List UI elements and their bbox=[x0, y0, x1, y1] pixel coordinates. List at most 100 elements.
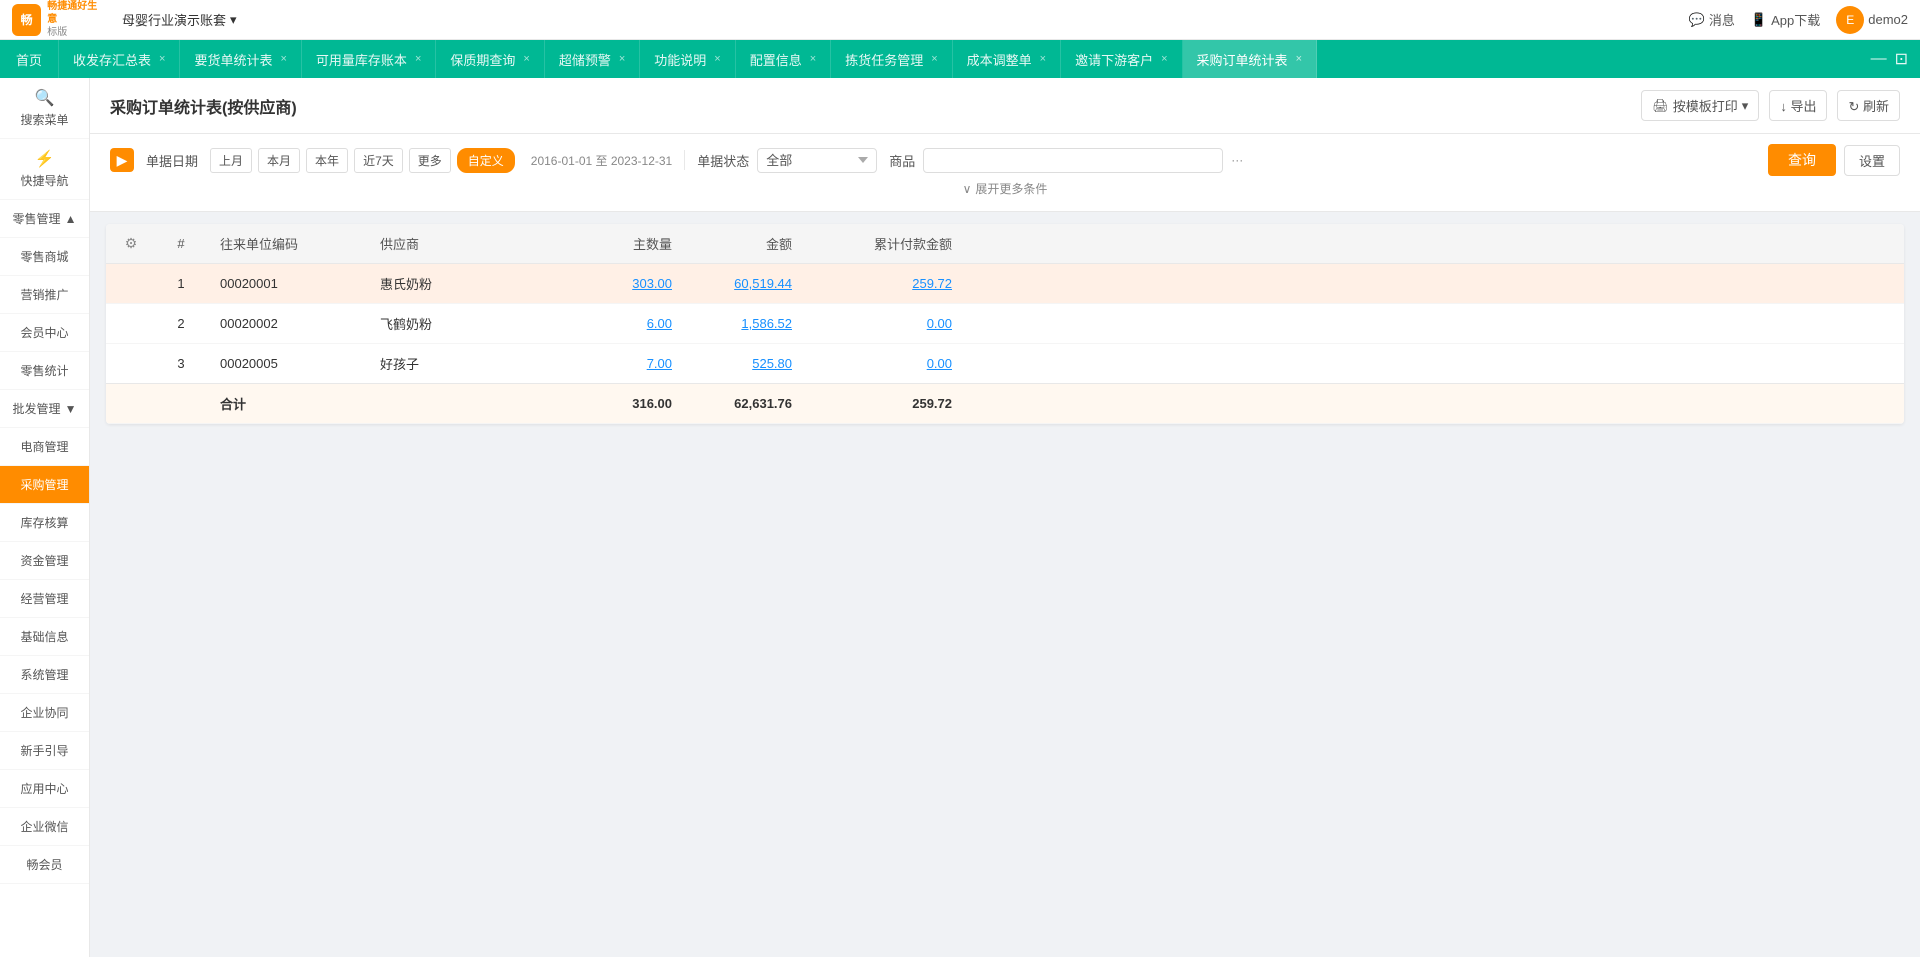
date-btn-last-month[interactable]: 上月 bbox=[210, 148, 252, 173]
sidebar-item-operations[interactable]: 经营管理 bbox=[0, 580, 89, 618]
close-tab-shoufacun[interactable]: × bbox=[159, 53, 165, 65]
top-right-area: 💬 消息 📱 App下载 E demo2 bbox=[1689, 6, 1908, 34]
workspace-arrow-icon: ▾ bbox=[230, 12, 237, 28]
sidebar-item-system[interactable]: 系统管理 bbox=[0, 656, 89, 694]
sidebar-item-appcenter[interactable]: 应用中心 bbox=[0, 770, 89, 808]
sidebar-item-guide[interactable]: 新手引导 bbox=[0, 732, 89, 770]
tab-keyongliang[interactable]: 可用量库存账本 × bbox=[302, 40, 436, 78]
footer-cell-empty2 bbox=[156, 384, 206, 424]
tab-home[interactable]: 首页 bbox=[0, 40, 59, 78]
sidebar-item-retail-shop[interactable]: 零售商城 bbox=[0, 238, 89, 276]
date-btn-custom[interactable]: 自定义 bbox=[457, 148, 515, 173]
tab-yaohuo[interactable]: 要货单统计表 × bbox=[180, 40, 301, 78]
table-header-row: ⚙ # 往来单位编码 供应商 主数量 金额 累计付款金额 bbox=[106, 224, 1904, 264]
table-row[interactable]: 1 00020001 惠氏奶粉 303.00 60,519.44 259.72 bbox=[106, 264, 1904, 304]
filter-toggle-button[interactable]: ▶ bbox=[110, 148, 134, 172]
user-area[interactable]: E demo2 bbox=[1836, 6, 1908, 34]
sidebar-item-members[interactable]: 会员中心 bbox=[0, 314, 89, 352]
expand-more-row[interactable]: ∨ 展开更多条件 bbox=[110, 176, 1900, 201]
sidebar-item-vip[interactable]: 畅会员 bbox=[0, 846, 89, 884]
status-filter-group: 单据状态 全部 待审核 已审核 已完成 已取消 bbox=[697, 148, 877, 173]
cell-amount-2[interactable]: 1,586.52 bbox=[686, 304, 806, 344]
content-area: 采购订单统计表(按供应商) 🖨 按模板打印 ▾ ↓ 导出 ↻ 刷新 bbox=[90, 78, 1920, 957]
maximize-icon[interactable]: ⊡ bbox=[1895, 49, 1908, 69]
tab-chaochuyujing[interactable]: 超储预警 × bbox=[545, 40, 640, 78]
footer-paid: 259.72 bbox=[806, 384, 966, 424]
cell-qty-3[interactable]: 7.00 bbox=[566, 344, 686, 384]
close-tab-gongneng[interactable]: × bbox=[714, 53, 720, 65]
close-tab-jianhuo[interactable]: × bbox=[931, 53, 937, 65]
date-btn-this-month[interactable]: 本月 bbox=[258, 148, 300, 173]
col-header-settings[interactable]: ⚙ bbox=[106, 224, 156, 264]
cell-settings-1 bbox=[106, 264, 156, 304]
sidebar-item-ecommerce[interactable]: 电商管理 bbox=[0, 428, 89, 466]
tab-caigou-active[interactable]: 采购订单统计表 × bbox=[1183, 40, 1317, 78]
window-controls: — ⊡ bbox=[1859, 40, 1920, 78]
table-row[interactable]: 3 00020005 好孩子 7.00 525.80 0.00 bbox=[106, 344, 1904, 384]
template-print-button[interactable]: 🖨 按模板打印 ▾ bbox=[1641, 90, 1759, 121]
sidebar-item-basic-info[interactable]: 基础信息 bbox=[0, 618, 89, 656]
logo-icon: 畅 bbox=[12, 4, 41, 36]
cell-paid-1[interactable]: 259.72 bbox=[806, 264, 966, 304]
print-icon: 🖨 bbox=[1652, 98, 1669, 114]
sidebar-item-collab[interactable]: 企业协同 bbox=[0, 694, 89, 732]
sidebar-item-purchase[interactable]: 采购管理 bbox=[0, 466, 89, 504]
cell-paid-3[interactable]: 0.00 bbox=[806, 344, 966, 384]
tab-yaoqing[interactable]: 邀请下游客户 × bbox=[1061, 40, 1182, 78]
sidebar-item-search[interactable]: 🔍 搜索菜单 bbox=[0, 78, 89, 139]
close-tab-chaochuyujing[interactable]: × bbox=[619, 53, 625, 65]
refresh-button[interactable]: ↻ 刷新 bbox=[1837, 90, 1900, 121]
sidebar-item-marketing[interactable]: 营销推广 bbox=[0, 276, 89, 314]
goods-filter-input[interactable] bbox=[923, 148, 1223, 173]
col-header-supplier: 供应商 bbox=[366, 224, 566, 264]
cell-supplier-1: 惠氏奶粉 bbox=[366, 264, 566, 304]
tab-gongneng[interactable]: 功能说明 × bbox=[640, 40, 735, 78]
close-tab-yaoqing[interactable]: × bbox=[1161, 53, 1167, 65]
settings-button[interactable]: 设置 bbox=[1844, 145, 1900, 176]
table-row[interactable]: 2 00020002 飞鹤奶粉 6.00 1,586.52 0.00 bbox=[106, 304, 1904, 344]
minimize-icon[interactable]: — bbox=[1871, 50, 1887, 68]
sidebar-item-finance[interactable]: 资金管理 bbox=[0, 542, 89, 580]
message-button[interactable]: 💬 消息 bbox=[1689, 10, 1735, 29]
cell-paid-2[interactable]: 0.00 bbox=[806, 304, 966, 344]
goods-more-icon[interactable]: ··· bbox=[1231, 153, 1243, 167]
filter-area: ▶ 单据日期 上月 本月 本年 近7天 更多 自定义 2016-01-01 至 … bbox=[90, 134, 1920, 212]
close-tab-keyongliang[interactable]: × bbox=[415, 53, 421, 65]
cell-amount-3[interactable]: 525.80 bbox=[686, 344, 806, 384]
workspace-selector[interactable]: 母婴行业演示账套 ▾ bbox=[114, 6, 245, 33]
date-btn-7days[interactable]: 近7天 bbox=[354, 148, 403, 173]
sidebar-item-retail-stats[interactable]: 零售统计 bbox=[0, 352, 89, 390]
data-table-wrapper: ⚙ # 往来单位编码 供应商 主数量 金额 累计付款金额 bbox=[106, 224, 1904, 424]
tab-shoufacun[interactable]: 收发存汇总表 × bbox=[59, 40, 180, 78]
close-tab-caigou[interactable]: × bbox=[1296, 53, 1302, 65]
refresh-icon: ↻ bbox=[1848, 99, 1859, 114]
tab-chengben[interactable]: 成本调整单 × bbox=[953, 40, 1061, 78]
close-tab-chengben[interactable]: × bbox=[1040, 53, 1046, 65]
sidebar-item-retail-mgmt[interactable]: 零售管理 ▲ bbox=[0, 200, 89, 238]
col-header-index: # bbox=[156, 224, 206, 264]
col-header-amount: 金额 bbox=[686, 224, 806, 264]
cell-qty-1[interactable]: 303.00 bbox=[566, 264, 686, 304]
close-tab-yaohuo[interactable]: × bbox=[280, 53, 286, 65]
cell-index-1: 1 bbox=[156, 264, 206, 304]
tab-jianhuo[interactable]: 拣货任务管理 × bbox=[831, 40, 952, 78]
sidebar-item-wechat[interactable]: 企业微信 bbox=[0, 808, 89, 846]
close-tab-baozhi[interactable]: × bbox=[523, 53, 529, 65]
query-button[interactable]: 查询 bbox=[1768, 144, 1836, 176]
status-filter-select[interactable]: 全部 待审核 已审核 已完成 已取消 bbox=[757, 148, 877, 173]
table-settings-icon[interactable]: ⚙ bbox=[125, 235, 138, 251]
sidebar-item-inventory[interactable]: 库存核算 bbox=[0, 504, 89, 542]
sidebar-item-wholesale[interactable]: 批发管理 ▼ bbox=[0, 390, 89, 428]
footer-extra bbox=[966, 384, 1904, 424]
sidebar-item-quicknav[interactable]: ⚡ 快捷导航 bbox=[0, 139, 89, 200]
export-button[interactable]: ↓ 导出 bbox=[1769, 90, 1827, 121]
date-btn-this-year[interactable]: 本年 bbox=[306, 148, 348, 173]
app-download-button[interactable]: 📱 App下载 bbox=[1751, 10, 1820, 29]
cell-settings-3 bbox=[106, 344, 156, 384]
close-tab-peizhi[interactable]: × bbox=[810, 53, 816, 65]
cell-qty-2[interactable]: 6.00 bbox=[566, 304, 686, 344]
date-btn-more[interactable]: 更多 bbox=[409, 148, 451, 173]
tab-peizhi[interactable]: 配置信息 × bbox=[736, 40, 831, 78]
tab-baozhi[interactable]: 保质期查询 × bbox=[436, 40, 544, 78]
cell-amount-1[interactable]: 60,519.44 bbox=[686, 264, 806, 304]
